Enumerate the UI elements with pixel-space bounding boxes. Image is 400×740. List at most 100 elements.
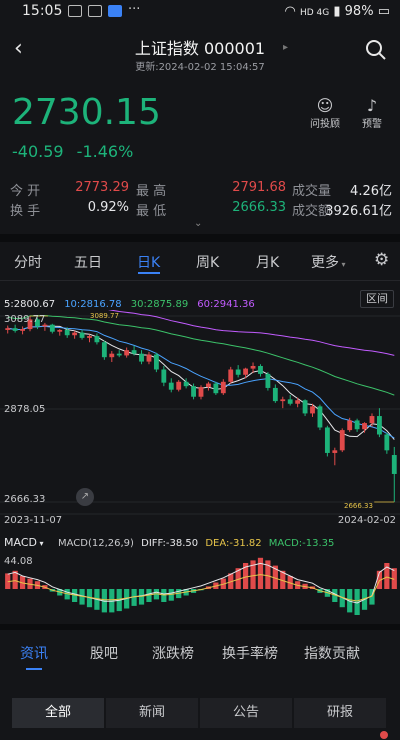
tab-more[interactable]: 更多 ▾	[311, 252, 346, 272]
wifi-icon: ◠	[284, 4, 296, 19]
candle-body	[332, 450, 338, 453]
dropdown-icon: ▾	[36, 539, 44, 548]
ma5-line	[7, 325, 395, 440]
segment-news[interactable]: 新闻	[106, 698, 198, 728]
price-change: -40.59 -1.46%	[12, 142, 133, 161]
candle-body	[265, 373, 271, 388]
active-tab-indicator	[138, 272, 160, 274]
macd-dea: DEA:-31.82	[205, 538, 262, 549]
candle-body	[168, 382, 174, 390]
ma-legend: 5:2800.67 10:2816.78 30:2875.89 60:2941.…	[4, 292, 255, 311]
status-time: 15:05	[22, 3, 63, 19]
candle-body	[310, 406, 315, 414]
network-label: HD 4G	[299, 8, 330, 18]
image-notification-icon	[88, 5, 102, 17]
candle-body	[183, 381, 189, 387]
candle-body	[198, 387, 204, 397]
divider	[0, 280, 400, 281]
macd-value: MACD:-13.35	[268, 538, 335, 549]
divider	[0, 624, 400, 630]
candle-body	[302, 400, 308, 414]
alert-label: 预警	[362, 119, 382, 130]
candle-body	[295, 400, 301, 404]
tab-five-day[interactable]: 五日	[74, 252, 102, 272]
y-label-mid: 2878.05	[4, 404, 46, 415]
candle-body	[354, 420, 360, 430]
turnover-value: 0.92%	[87, 200, 129, 215]
macd-bar	[257, 557, 264, 589]
app-notification-icon-2	[108, 5, 122, 17]
y-label-top: 3089.77	[4, 314, 46, 325]
candle-body	[191, 386, 196, 397]
ma10-line	[7, 325, 395, 439]
low-label: 最 低	[136, 204, 167, 219]
bell-icon: ♪	[366, 96, 378, 115]
min-marker: 2666.33	[344, 502, 373, 510]
candle-body	[161, 369, 167, 383]
candle-body	[362, 423, 367, 430]
candle-body	[287, 399, 293, 404]
tab-weekly-k[interactable]: 周K	[196, 252, 219, 272]
candle-body	[87, 336, 92, 338]
segment-research[interactable]: 研报	[294, 698, 386, 728]
tab-daily-k[interactable]: 日K	[137, 252, 160, 272]
tab-intraday[interactable]: 分时	[14, 252, 42, 272]
search-icon[interactable]	[364, 38, 388, 62]
next-arrow-icon[interactable]: ▸	[283, 42, 288, 53]
candle-body	[250, 365, 256, 369]
amount-value: 3926.61亿	[325, 204, 392, 219]
open-label: 今 开	[10, 184, 41, 199]
more-notifications-icon: ···	[128, 2, 141, 17]
macd-legend: MACD(12,26,9) DIFF:-38.50 DEA:-31.82 MAC…	[58, 538, 334, 549]
unread-dot	[380, 731, 388, 739]
segment-all[interactable]: 全部	[12, 698, 104, 728]
range-button[interactable]: 区间	[360, 290, 394, 308]
change-percent: -1.46%	[76, 142, 134, 161]
tab-turnover-rank[interactable]: 换手率榜	[222, 643, 278, 663]
active-tab-indicator	[26, 668, 42, 670]
candle-body	[20, 329, 26, 331]
tab-more-label: 更多	[311, 255, 339, 271]
tab-index-contribution[interactable]: 指数贡献	[304, 643, 360, 663]
candle-body	[64, 329, 70, 336]
macd-params: MACD(12,26,9)	[58, 538, 134, 549]
macd-selector[interactable]: MACD ▾	[4, 536, 44, 549]
expand-chevron-icon[interactable]: ⌄	[194, 218, 202, 229]
segment-announcements[interactable]: 公告	[200, 698, 292, 728]
tab-news[interactable]: 资讯	[20, 643, 48, 663]
low-value: 2666.33	[232, 200, 286, 215]
candle-body	[153, 354, 159, 370]
candle-body	[116, 353, 122, 356]
draw-tool-icon[interactable]: ↗	[76, 488, 94, 506]
settings-icon[interactable]: ⚙	[374, 250, 389, 270]
status-right: ◠ HD 4G ▮ 98% ▭	[284, 4, 390, 19]
tab-forum[interactable]: 股吧	[90, 643, 118, 663]
candle-body	[57, 329, 63, 332]
alert-button[interactable]: ♪ 预警	[352, 96, 392, 130]
ma5-value: 5:2800.67	[4, 299, 56, 310]
candle-body	[376, 416, 382, 435]
candle-body	[206, 383, 211, 388]
macd-chart[interactable]	[0, 555, 400, 615]
status-bar: 15:05 ··· ◠ HD 4G ▮ 98% ▭	[0, 0, 400, 24]
macd-label: MACD	[4, 536, 37, 549]
candle-body	[72, 332, 78, 336]
ask-advisor-label: 问投顾	[310, 119, 340, 130]
candle-body	[243, 368, 249, 375]
candle-body	[49, 324, 55, 332]
candle-body	[258, 365, 263, 374]
candle-body	[109, 353, 115, 358]
max-marker: 3089.77	[90, 312, 119, 320]
tab-monthly-k[interactable]: 月K	[256, 252, 279, 272]
tab-movers[interactable]: 涨跌榜	[152, 643, 194, 663]
ask-advisor-button[interactable]: ☺ 问投顾	[305, 96, 345, 130]
candle-body	[139, 353, 144, 362]
ma60-value: 60:2941.36	[197, 299, 255, 310]
candlestick-chart[interactable]	[0, 310, 400, 528]
candle-body	[124, 350, 130, 356]
candle-body	[94, 336, 100, 343]
high-label: 最 高	[136, 184, 167, 199]
volume-value: 4.26亿	[350, 184, 392, 199]
x-label-start: 2023-11-07	[4, 515, 63, 526]
high-value: 2791.68	[232, 180, 286, 195]
